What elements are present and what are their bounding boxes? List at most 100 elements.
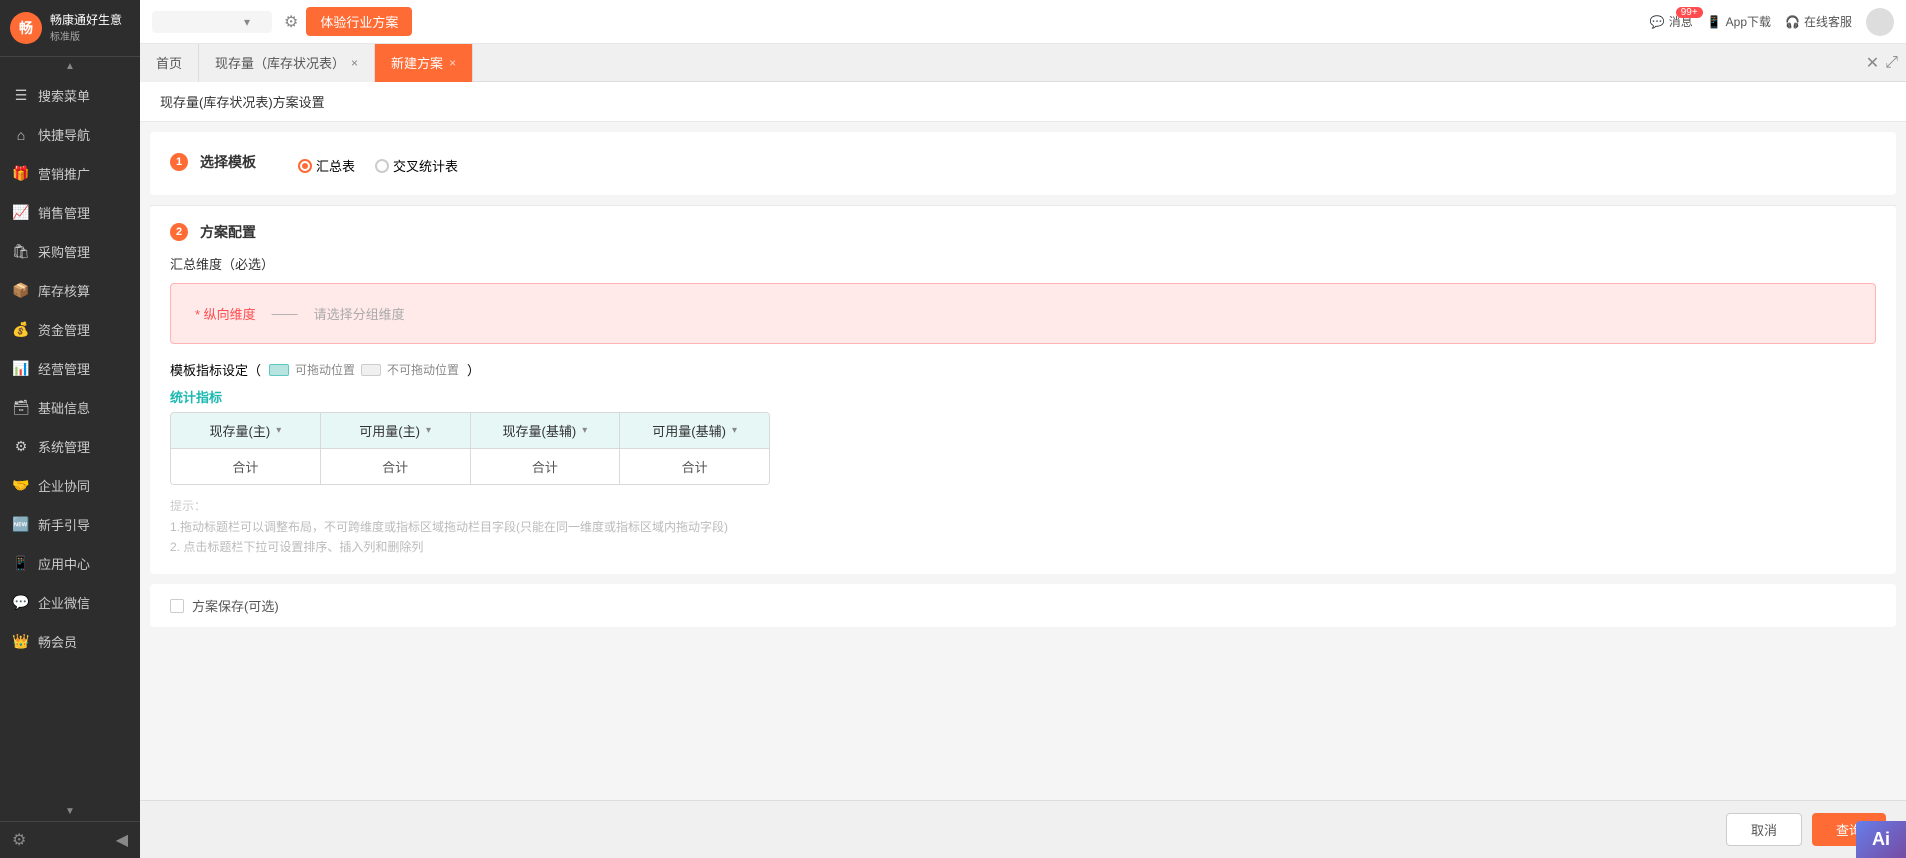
metrics-label: 模板指标设定（	[170, 360, 261, 379]
stats-col-1-label: 现存量(主)	[210, 421, 271, 440]
stats-col-3-dropdown-icon[interactable]: ▾	[582, 425, 587, 436]
save-row: 方案保存(可选)	[150, 584, 1896, 627]
topbar-message[interactable]: 💬 消息 99+	[1650, 13, 1693, 30]
system-icon: ⚙	[12, 438, 30, 456]
stats-body-col-3: 合计	[471, 448, 621, 484]
radio-cross-dot	[375, 159, 389, 173]
sidebar-item-basic[interactable]: 🗃 基础信息	[0, 388, 140, 427]
sidebar-item-management-label: 经营管理	[38, 359, 90, 378]
sidebar-item-wechat[interactable]: 💬 企业微信	[0, 583, 140, 622]
message-icon: 💬	[1650, 15, 1665, 29]
sidebar-item-sales[interactable]: 📈 销售管理	[0, 193, 140, 232]
sidebar-item-enterprise[interactable]: 🤝 企业协同	[0, 466, 140, 505]
topbar-search[interactable]: ▾	[152, 11, 272, 33]
page-header: 现存量(库存状况表)方案设置	[140, 82, 1906, 122]
sidebar-scroll-down[interactable]: ▼	[0, 802, 140, 821]
sidebar-item-member[interactable]: 👑 畅会员	[0, 622, 140, 661]
sidebar-item-appcenter[interactable]: 📱 应用中心	[0, 544, 140, 583]
sidebar-item-newguide-label: 新手引导	[38, 515, 90, 534]
topbar-gear-icon[interactable]: ⚙	[284, 12, 298, 32]
stats-body-col-3-value: 合计	[471, 448, 620, 484]
cancel-button[interactable]: 取消	[1726, 813, 1802, 846]
stats-col-4: 可用量(基辅) ▾	[620, 413, 769, 448]
app-version: 标准版	[50, 28, 122, 43]
finance-icon: 💰	[12, 321, 30, 339]
save-label: 方案保存(可选)	[192, 596, 279, 615]
inventory-icon: 📦	[12, 282, 30, 300]
sidebar-item-system[interactable]: ⚙ 系统管理	[0, 427, 140, 466]
sidebar-item-management[interactable]: 📊 经营管理	[0, 349, 140, 388]
ai-badge[interactable]: Ai	[1856, 821, 1906, 858]
stats-col-3-label: 现存量(基辅)	[503, 421, 577, 440]
dimension-area: * 纵向维度 —— 请选择分组维度	[170, 283, 1876, 344]
stats-body-col-4-value: 合计	[620, 448, 769, 484]
sales-icon: 📈	[12, 204, 30, 222]
sidebar-item-marketing[interactable]: 🎁 营销推广	[0, 154, 140, 193]
tab-inventory[interactable]: 现存量（库存状况表） ×	[199, 44, 375, 82]
industry-btn[interactable]: 体验行业方案	[306, 7, 412, 36]
collapse-icon[interactable]: ◀	[116, 830, 128, 850]
search-dropdown-icon[interactable]: ▾	[244, 15, 250, 29]
metrics-label-row: 模板指标设定（ 可拖动位置 不可拖动位置 ）	[170, 360, 1876, 379]
topbar-right: 💬 消息 99+ 📱 App下载 🎧 在线客服	[1650, 8, 1894, 36]
wechat-icon: 💬	[12, 594, 30, 612]
sidebar-item-newguide[interactable]: 🆕 新手引导	[0, 505, 140, 544]
search-menu-icon: ☰	[12, 87, 30, 105]
template-metrics-section: 模板指标设定（ 可拖动位置 不可拖动位置 ） 统计指标 现存量(主)	[170, 360, 1876, 555]
sidebar-item-system-label: 系统管理	[38, 437, 90, 456]
stats-col-4-header[interactable]: 可用量(基辅) ▾	[620, 413, 769, 448]
expand-panel-icon[interactable]: ⤢	[1885, 54, 1898, 72]
radio-cross-label: 交叉统计表	[393, 156, 458, 175]
sidebar-item-quicknav-label: 快捷导航	[38, 125, 90, 144]
radio-cross[interactable]: 交叉统计表	[375, 156, 458, 175]
tab-new-plan-label: 新建方案	[391, 53, 443, 72]
app-name: 畅康通好生意	[50, 13, 122, 29]
dimension-dash: ——	[272, 306, 298, 321]
dimension-row: * 纵向维度 —— 请选择分组维度	[195, 304, 1851, 323]
sidebar-item-inventory[interactable]: 📦 库存核算	[0, 271, 140, 310]
sidebar-item-purchase[interactable]: 🛍 采购管理	[0, 232, 140, 271]
topbar: ▾ ⚙ 体验行业方案 💬 消息 99+ 📱 App下载 🎧 在线客服	[140, 0, 1906, 44]
stats-body-col-1-value: 合计	[171, 448, 320, 484]
sidebar-item-basic-label: 基础信息	[38, 398, 90, 417]
search-input[interactable]	[160, 15, 240, 29]
stats-col-3: 现存量(基辅) ▾	[471, 413, 621, 448]
tabbar: 首页 现存量（库存状况表） × 新建方案 × ✕ ⤢	[140, 44, 1906, 82]
settings-icon[interactable]: ⚙	[12, 830, 26, 850]
legend-not-draggable-label: 不可拖动位置	[387, 361, 459, 378]
sidebar-item-finance[interactable]: 💰 资金管理	[0, 310, 140, 349]
tab-new-plan[interactable]: 新建方案 ×	[375, 44, 473, 82]
legend-not-draggable-box	[361, 364, 381, 376]
gift-icon: 🎁	[12, 165, 30, 183]
member-icon: 👑	[12, 633, 30, 651]
stats-col-4-dropdown-icon[interactable]: ▾	[732, 425, 737, 436]
stats-col-2-header[interactable]: 可用量(主) ▾	[321, 413, 470, 448]
step1-title: 选择模板	[200, 152, 256, 172]
tips-item-1: 1.拖动标题栏可以调整布局，不可跨维度或指标区域拖动栏目字段(只能在同一维度或指…	[170, 518, 1876, 535]
stats-col-3-header[interactable]: 现存量(基辅) ▾	[471, 413, 620, 448]
dimension-placeholder[interactable]: 请选择分组维度	[314, 304, 405, 323]
tab-home[interactable]: 首页	[140, 44, 199, 82]
topbar-online-service[interactable]: 🎧 在线客服	[1785, 13, 1852, 30]
close-panel-icon[interactable]: ✕	[1866, 53, 1879, 73]
tab-inventory-label: 现存量（库存状况表）	[215, 53, 345, 72]
tips-title: 提示：	[170, 497, 1876, 514]
sidebar-item-quicknav[interactable]: ⌂ 快捷导航	[0, 115, 140, 154]
legend-draggable-label: 可拖动位置	[295, 361, 355, 378]
radio-summary[interactable]: 汇总表	[298, 156, 355, 175]
sidebar-item-appcenter-label: 应用中心	[38, 554, 90, 573]
stats-col-1-dropdown-icon[interactable]: ▾	[276, 425, 281, 436]
tab-inventory-close[interactable]: ×	[351, 56, 358, 70]
legend-draggable-box	[269, 364, 289, 376]
sidebar-menu: ☰ 搜索菜单 ⌂ 快捷导航 🎁 营销推广 📈 销售管理 🛍 采购管理 📦 库存核…	[0, 76, 140, 802]
save-checkbox[interactable]	[170, 599, 184, 613]
stats-col-1-header[interactable]: 现存量(主) ▾	[171, 413, 320, 448]
stats-col-2-dropdown-icon[interactable]: ▾	[426, 425, 431, 436]
topbar-app-download[interactable]: 📱 App下载	[1707, 13, 1771, 30]
enterprise-icon: 🤝	[12, 477, 30, 495]
sidebar-scroll-up[interactable]: ▲	[0, 57, 140, 76]
bag-icon: 🛍	[12, 243, 30, 261]
sidebar-item-search[interactable]: ☰ 搜索菜单	[0, 76, 140, 115]
tab-new-plan-close[interactable]: ×	[449, 56, 456, 70]
user-avatar[interactable]	[1866, 8, 1894, 36]
